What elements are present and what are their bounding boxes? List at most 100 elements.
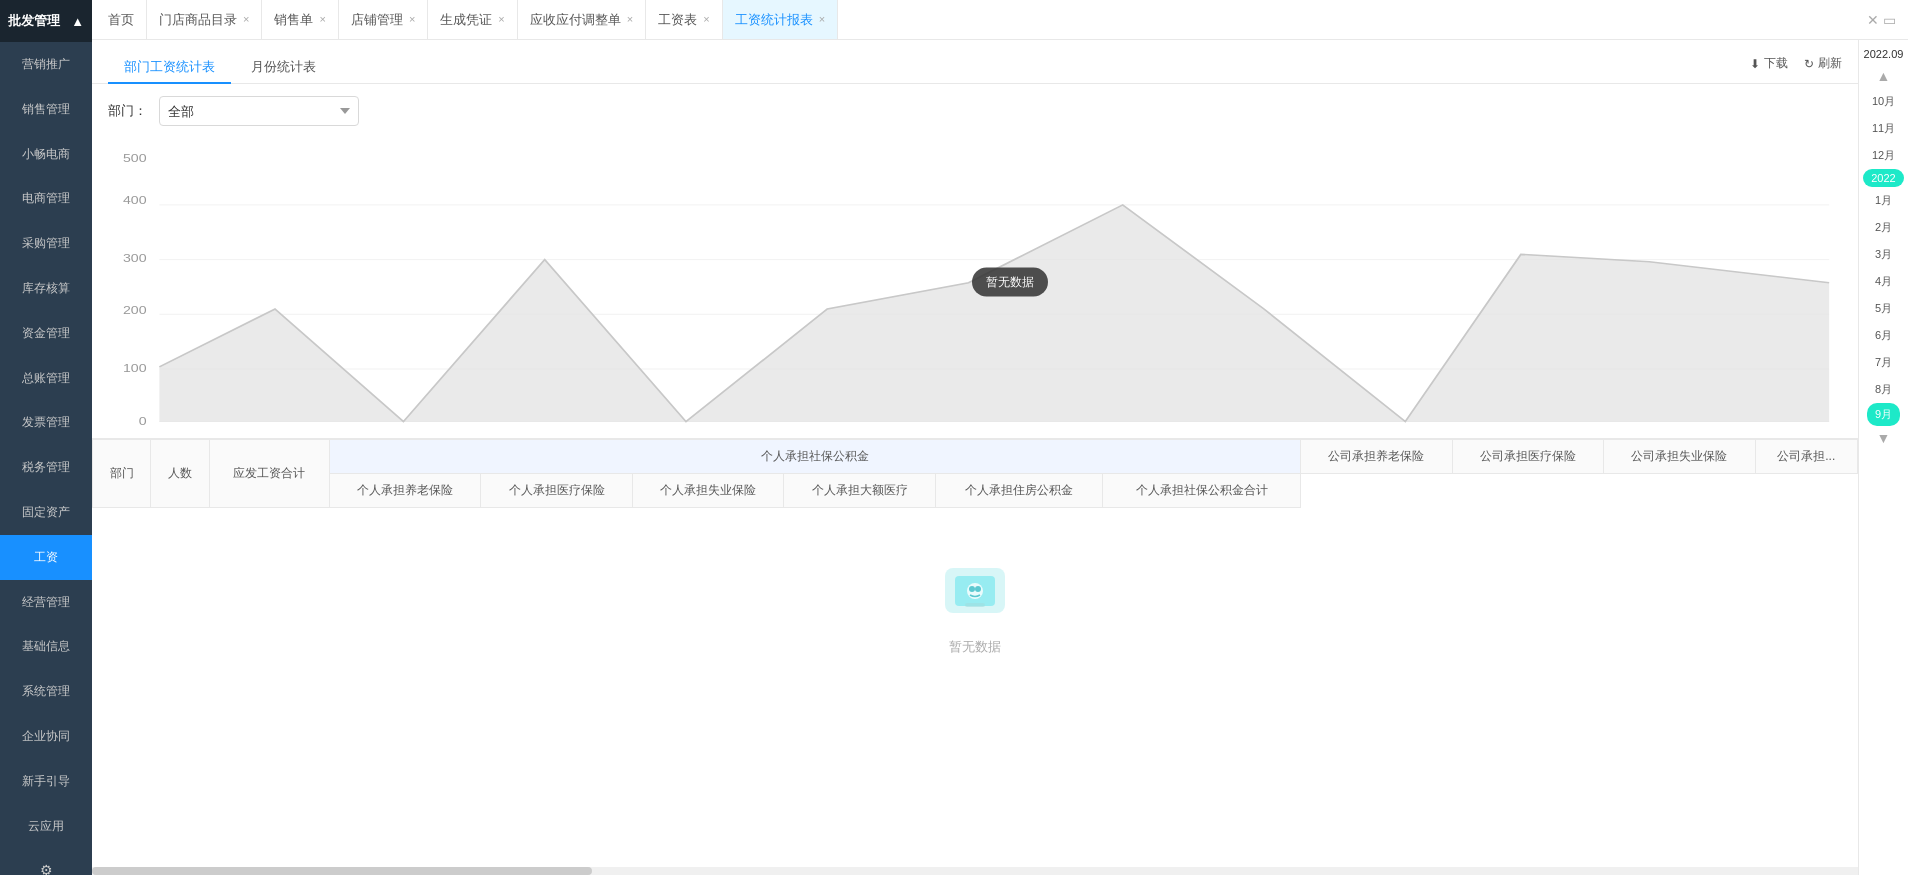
tab-payroll-report[interactable]: 工资统计报表 × — [723, 0, 838, 39]
timeline-month-11[interactable]: 11月 — [1870, 115, 1897, 142]
svg-point-15 — [975, 586, 981, 592]
content-area: 部门工资统计表 月份统计表 ⬇ 下载 ↻ 刷新 — [92, 40, 1908, 875]
tab-close-sales[interactable]: × — [319, 14, 325, 25]
col-personal-pension: 个人承担养老保险 — [329, 474, 481, 508]
refresh-button[interactable]: ↻ 刷新 — [1804, 55, 1842, 72]
col-personal-housing: 个人承担住房公积金 — [935, 474, 1102, 508]
sidebar: 批发管理 ▲ 营销推广 销售管理 小畅电商 电商管理 采购管理 库存核算 资金管… — [0, 0, 92, 875]
col-personal-total: 个人承担社保公积金合计 — [1102, 474, 1300, 508]
timeline-month-1[interactable]: 1月 — [1873, 187, 1894, 214]
timeline-month-9[interactable]: 9月 — [1867, 403, 1900, 426]
sidebar-item-invoice[interactable]: 发票管理 — [0, 400, 92, 445]
col-department: 部门 — [93, 440, 151, 508]
svg-text:300: 300 — [123, 251, 147, 264]
download-button[interactable]: ⬇ 下载 — [1750, 55, 1788, 72]
col-company-pension: 公司承担养老保险 — [1301, 440, 1453, 474]
svg-text:200: 200 — [123, 304, 147, 317]
inner-tab-department[interactable]: 部门工资统计表 — [108, 52, 231, 84]
table-wrapper[interactable]: 部门 人数 应发工资合计 个人承担社保公积金 公司承担养老保险 公司承担医疗保险… — [92, 438, 1858, 867]
svg-text:400: 400 — [123, 193, 147, 206]
svg-text:0: 0 — [139, 414, 147, 427]
tab-bar: 首页 门店商品目录 × 销售单 × 店铺管理 × 生成凭证 × 应收应付调整单 … — [92, 0, 1908, 40]
sidebar-item-collab[interactable]: 企业协同 — [0, 714, 92, 759]
tab-close-ar[interactable]: × — [627, 14, 633, 25]
empty-text: 暂无数据 — [949, 638, 1001, 656]
col-total-wage: 应发工资合计 — [209, 440, 329, 508]
empty-row: 暂无数据 — [93, 508, 1858, 697]
sidebar-item-purchase[interactable]: 采购管理 — [0, 221, 92, 266]
table-scrollbar-thumb[interactable] — [92, 867, 592, 875]
svg-point-14 — [969, 586, 975, 592]
close-window-icon[interactable]: ✕ — [1867, 12, 1879, 28]
sidebar-item-ecommerce-small[interactable]: 小畅电商 — [0, 132, 92, 177]
chart-area: 0 100 200 300 400 500 — [92, 138, 1858, 438]
timeline-down-arrow[interactable]: ▼ — [1873, 426, 1895, 450]
page-content: 部门工资统计表 月份统计表 ⬇ 下载 ↻ 刷新 — [92, 40, 1858, 875]
gear-icon: ⚙ — [40, 862, 53, 875]
tab-close-payroll-report[interactable]: × — [819, 14, 825, 25]
filter-row: 部门： 全部 — [92, 84, 1858, 138]
sidebar-item-operations[interactable]: 经营管理 — [0, 580, 92, 625]
svg-text:500: 500 — [123, 151, 147, 164]
timeline-month-10[interactable]: 10月 — [1870, 88, 1897, 115]
timeline-month-4[interactable]: 4月 — [1873, 268, 1894, 295]
timeline-month-5[interactable]: 5月 — [1873, 295, 1894, 322]
tab-payroll-sheet[interactable]: 工资表 × — [646, 0, 722, 39]
sidebar-item-ledger[interactable]: 总账管理 — [0, 356, 92, 401]
timeline-panel: 2022.09 ▲ 10月 11月 12月 2022 1月 2月 3月 4月 5… — [1858, 40, 1908, 875]
timeline-month-8[interactable]: 8月 — [1873, 376, 1894, 403]
sidebar-item-sales[interactable]: 销售管理 — [0, 87, 92, 132]
timeline-month-2[interactable]: 2月 — [1873, 214, 1894, 241]
sidebar-item-system[interactable]: 系统管理 — [0, 669, 92, 714]
svg-text:100: 100 — [123, 361, 147, 374]
sidebar-item-inventory[interactable]: 库存核算 — [0, 266, 92, 311]
empty-state: 暂无数据 — [93, 508, 1858, 696]
tab-shop-mgmt[interactable]: 店铺管理 × — [339, 0, 428, 39]
sidebar-header[interactable]: 批发管理 ▲ — [0, 0, 92, 42]
timeline-month-6[interactable]: 6月 — [1873, 322, 1894, 349]
sidebar-item-assets[interactable]: 固定资产 — [0, 490, 92, 535]
timeline-up-arrow[interactable]: ▲ — [1873, 64, 1895, 88]
tab-close-payroll[interactable]: × — [703, 14, 709, 25]
sidebar-item-finance[interactable]: 资金管理 — [0, 311, 92, 356]
timeline-year-badge[interactable]: 2022 — [1863, 169, 1903, 187]
tab-close-voucher[interactable]: × — [498, 14, 504, 25]
col-personal-unemployment: 个人承担失业保险 — [632, 474, 784, 508]
col-group-personal: 个人承担社保公积金 — [329, 440, 1300, 474]
tab-ar-adjustment[interactable]: 应收应付调整单 × — [518, 0, 646, 39]
chart-area-fill — [159, 205, 1829, 422]
chart-container: 0 100 200 300 400 500 — [108, 146, 1842, 430]
chart-svg: 0 100 200 300 400 500 — [108, 146, 1842, 430]
department-select[interactable]: 全部 — [159, 96, 359, 126]
timeline-month-3[interactable]: 3月 — [1873, 241, 1894, 268]
sidebar-item-payroll[interactable]: 工资 — [0, 535, 92, 580]
col-company-medical: 公司承担医疗保险 — [1452, 440, 1604, 474]
sidebar-toggle-icon: ▲ — [71, 14, 84, 29]
download-icon: ⬇ — [1750, 57, 1760, 71]
sidebar-item-tax[interactable]: 税务管理 — [0, 445, 92, 490]
inner-tabs: 部门工资统计表 月份统计表 ⬇ 下载 ↻ 刷新 — [92, 40, 1858, 84]
svg-rect-16 — [965, 603, 985, 607]
filter-label: 部门： — [108, 102, 147, 120]
timeline-year-label: 2022.09 — [1862, 44, 1906, 64]
col-personal-medical: 个人承担医疗保险 — [481, 474, 633, 508]
sidebar-item-guide[interactable]: 新手引导 — [0, 759, 92, 804]
sidebar-item-cloud[interactable]: 云应用 — [0, 804, 92, 849]
tab-sales-order[interactable]: 销售单 × — [262, 0, 338, 39]
sidebar-settings-button[interactable]: ⚙ — [0, 848, 92, 875]
tab-voucher[interactable]: 生成凭证 × — [428, 0, 517, 39]
table-scrollbar[interactable] — [92, 867, 1858, 875]
timeline-month-12[interactable]: 12月 — [1870, 142, 1897, 169]
restore-window-icon[interactable]: ▭ — [1883, 12, 1896, 28]
col-company-unemployment: 公司承担失业保险 — [1604, 440, 1756, 474]
tab-close-store-catalog[interactable]: × — [243, 14, 249, 25]
inner-tab-monthly[interactable]: 月份统计表 — [235, 52, 332, 84]
tab-store-catalog[interactable]: 门店商品目录 × — [147, 0, 262, 39]
sidebar-item-ecommerce[interactable]: 电商管理 — [0, 176, 92, 221]
sidebar-item-basic-info[interactable]: 基础信息 — [0, 624, 92, 669]
sidebar-title: 批发管理 — [8, 12, 60, 30]
timeline-month-7[interactable]: 7月 — [1873, 349, 1894, 376]
sidebar-item-marketing[interactable]: 营销推广 — [0, 42, 92, 87]
tab-home[interactable]: 首页 — [96, 0, 147, 39]
tab-close-shop[interactable]: × — [409, 14, 415, 25]
